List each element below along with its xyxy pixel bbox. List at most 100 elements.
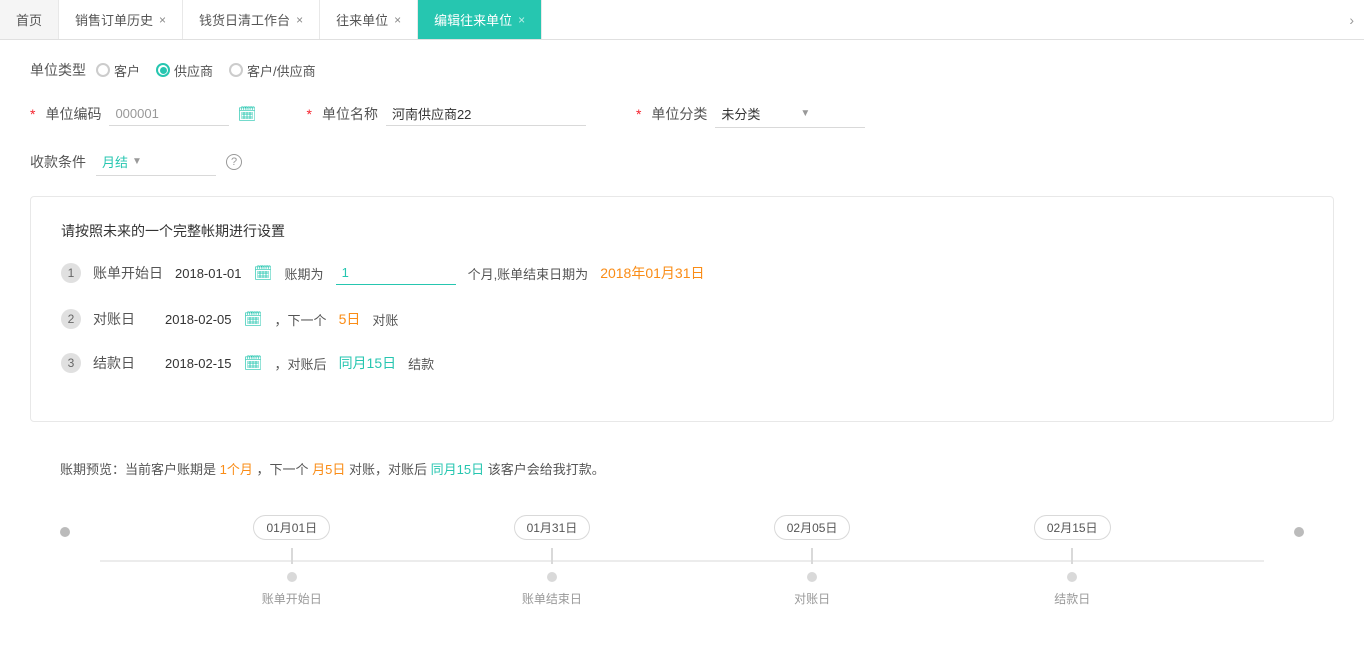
tab-home-label: 首页 [16, 10, 42, 29]
cond-date-1: 2018-01-01 [175, 266, 242, 281]
category-select[interactable]: 未分类 ▼ [715, 100, 865, 128]
code-label: 单位编码 [45, 104, 101, 124]
timeline-node-1: 01月01日 账单开始日 [253, 515, 330, 607]
tab-sales-order[interactable]: 销售订单历史 × [59, 0, 183, 39]
timeline-node-3: 02月05日 对账日 [774, 515, 851, 607]
preview-reconcile-day: 月5日 [312, 462, 345, 477]
category-field-group: * 单位分类 未分类 ▼ [636, 100, 865, 128]
cond-desc-2a: ，下一个 [275, 310, 327, 329]
condition-card: 请按照未来的一个完整帐期进行设置 1 账单开始日 2018-01-01 🗓 账期… [30, 196, 1334, 422]
tab-bar: 首页 销售订单历史 × 钱货日清工作台 × 往来单位 × 编辑往来单位 × › [0, 0, 1364, 40]
unit-type-row: 单位类型 客户 供应商 客户/供应商 [30, 60, 1334, 80]
timeline-dot-3 [807, 572, 817, 582]
radio-supplier[interactable]: 供应商 [156, 61, 213, 80]
radio-supplier-circle [156, 63, 170, 77]
timeline-stem-3 [811, 548, 813, 564]
payment-label: 收款条件 [30, 152, 86, 172]
cond-desc-2b: 对账 [372, 310, 398, 329]
timeline-right-end [1294, 515, 1304, 537]
cond-calendar-1[interactable]: 🗓 [254, 264, 273, 282]
tab-partner[interactable]: 往来单位 × [320, 0, 418, 39]
timeline-start-dot [60, 527, 70, 537]
cond-calendar-2[interactable]: 🗓 [244, 310, 263, 328]
timeline-badge-1: 01月01日 [253, 515, 330, 540]
name-required: * [307, 106, 312, 122]
timeline-node-2: 01月31日 账单结束日 [514, 515, 591, 607]
payment-value: 月结 [102, 152, 128, 171]
card-title: 请按照未来的一个完整帐期进行设置 [61, 221, 1303, 241]
cond-label-2: 对账日 [93, 309, 153, 329]
timeline-left-end [60, 515, 70, 537]
cond-row-3: 3 结款日 2018-02-15 🗓 ，对账后 同月15日 结款 [61, 353, 1303, 373]
code-input[interactable] [109, 102, 229, 126]
payment-help-icon[interactable]: ? [226, 154, 242, 170]
timeline-stem-4 [1071, 548, 1073, 564]
close-edit-partner-icon[interactable]: × [518, 13, 525, 27]
timeline-container: 01月01日 账单开始日 01月31日 账单结束日 02月05日 [60, 505, 1304, 617]
preview-mid1: ，下一个 [257, 462, 309, 477]
tab-sales-order-label: 销售订单历史 [75, 10, 153, 29]
close-sales-order-icon[interactable]: × [159, 13, 166, 27]
timeline-label-2: 账单结束日 [522, 590, 582, 607]
tab-home[interactable]: 首页 [0, 0, 59, 39]
period-input[interactable] [336, 261, 456, 285]
timeline-dot-1 [287, 572, 297, 582]
cond-calendar-3[interactable]: 🗓 [244, 354, 263, 372]
name-input[interactable] [386, 102, 586, 126]
radio-customer[interactable]: 客户 [96, 61, 140, 80]
radio-customer-circle [96, 63, 110, 77]
preview-prefix: 账期预览：当前客户账期是 [60, 462, 216, 477]
category-required: * [636, 106, 641, 122]
preview-section: 账期预览：当前客户账期是 1个月 ，下一个 月5日 对账，对账后 同月15日 该… [30, 442, 1334, 633]
payment-select[interactable]: 月结 ▼ [96, 148, 216, 176]
radio-both-circle [229, 63, 243, 77]
payment-dropdown-arrow: ▼ [132, 156, 142, 167]
cond-desc-3b: 结款 [408, 354, 434, 373]
tab-edit-partner[interactable]: 编辑往来单位 × [418, 0, 542, 39]
preview-mid2: 对账，对账后 [349, 462, 427, 477]
tab-expand-button[interactable]: › [1339, 0, 1364, 39]
timeline-end-dot [1294, 527, 1304, 537]
timeline-label-4: 结款日 [1054, 590, 1090, 607]
tab-cash-workbench-label: 钱货日清工作台 [199, 10, 290, 29]
preview-period: 1个月 [220, 462, 253, 477]
timeline-dot-2 [547, 572, 557, 582]
category-label: 单位分类 [651, 104, 707, 124]
cond-label-1: 账单开始日 [93, 263, 163, 283]
code-field-group: * 单位编码 🗓 [30, 102, 257, 126]
close-partner-icon[interactable]: × [394, 13, 401, 27]
code-required: * [30, 106, 35, 122]
category-dropdown-arrow: ▼ [800, 108, 810, 119]
name-label: 单位名称 [322, 104, 378, 124]
radio-both-label: 客户/供应商 [247, 61, 316, 80]
close-cash-workbench-icon[interactable]: × [296, 13, 303, 27]
cond-date-2: 2018-02-05 [165, 312, 232, 327]
payment-row: 收款条件 月结 ▼ ? [30, 148, 1334, 176]
timeline-node-4: 02月15日 结款日 [1034, 515, 1111, 607]
timeline-label-1: 账单开始日 [262, 590, 322, 607]
preview-settle-day: 同月15日 [431, 462, 484, 477]
preview-text: 账期预览：当前客户账期是 1个月 ，下一个 月5日 对账，对账后 同月15日 该… [60, 458, 1304, 481]
cond-num-3: 3 [61, 353, 81, 373]
basic-info-row: * 单位编码 🗓 * 单位名称 * 单位分类 未分类 ▼ [30, 100, 1334, 128]
cond-settle-day: 同月15日 [339, 353, 397, 373]
main-content: 单位类型 客户 供应商 客户/供应商 * 单位编码 🗓 * 单位名称 [0, 40, 1364, 653]
preview-suffix: 该客户会给我打款。 [488, 462, 605, 477]
cond-num-1: 1 [61, 263, 81, 283]
timeline-dot-4 [1067, 572, 1077, 582]
cond-end-date: 2018年01月31日 [600, 263, 704, 283]
timeline-label-3: 对账日 [794, 590, 830, 607]
radio-both[interactable]: 客户/供应商 [229, 61, 316, 80]
timeline-badge-3: 02月05日 [774, 515, 851, 540]
unit-type-radio-group: 客户 供应商 客户/供应商 [96, 61, 316, 80]
cond-desc-1b: 个月,账单结束日期为 [468, 264, 589, 283]
code-calendar-icon[interactable]: 🗓 [237, 105, 256, 123]
radio-supplier-label: 供应商 [174, 61, 213, 80]
tab-cash-workbench[interactable]: 钱货日清工作台 × [183, 0, 320, 39]
timeline-stem-1 [291, 548, 293, 564]
timeline-badge-4: 02月15日 [1034, 515, 1111, 540]
unit-type-label: 单位类型 [30, 60, 86, 80]
cond-row-1: 1 账单开始日 2018-01-01 🗓 账期为 个月,账单结束日期为 2018… [61, 261, 1303, 285]
name-field-group: * 单位名称 [307, 102, 586, 126]
tab-partner-label: 往来单位 [336, 10, 388, 29]
